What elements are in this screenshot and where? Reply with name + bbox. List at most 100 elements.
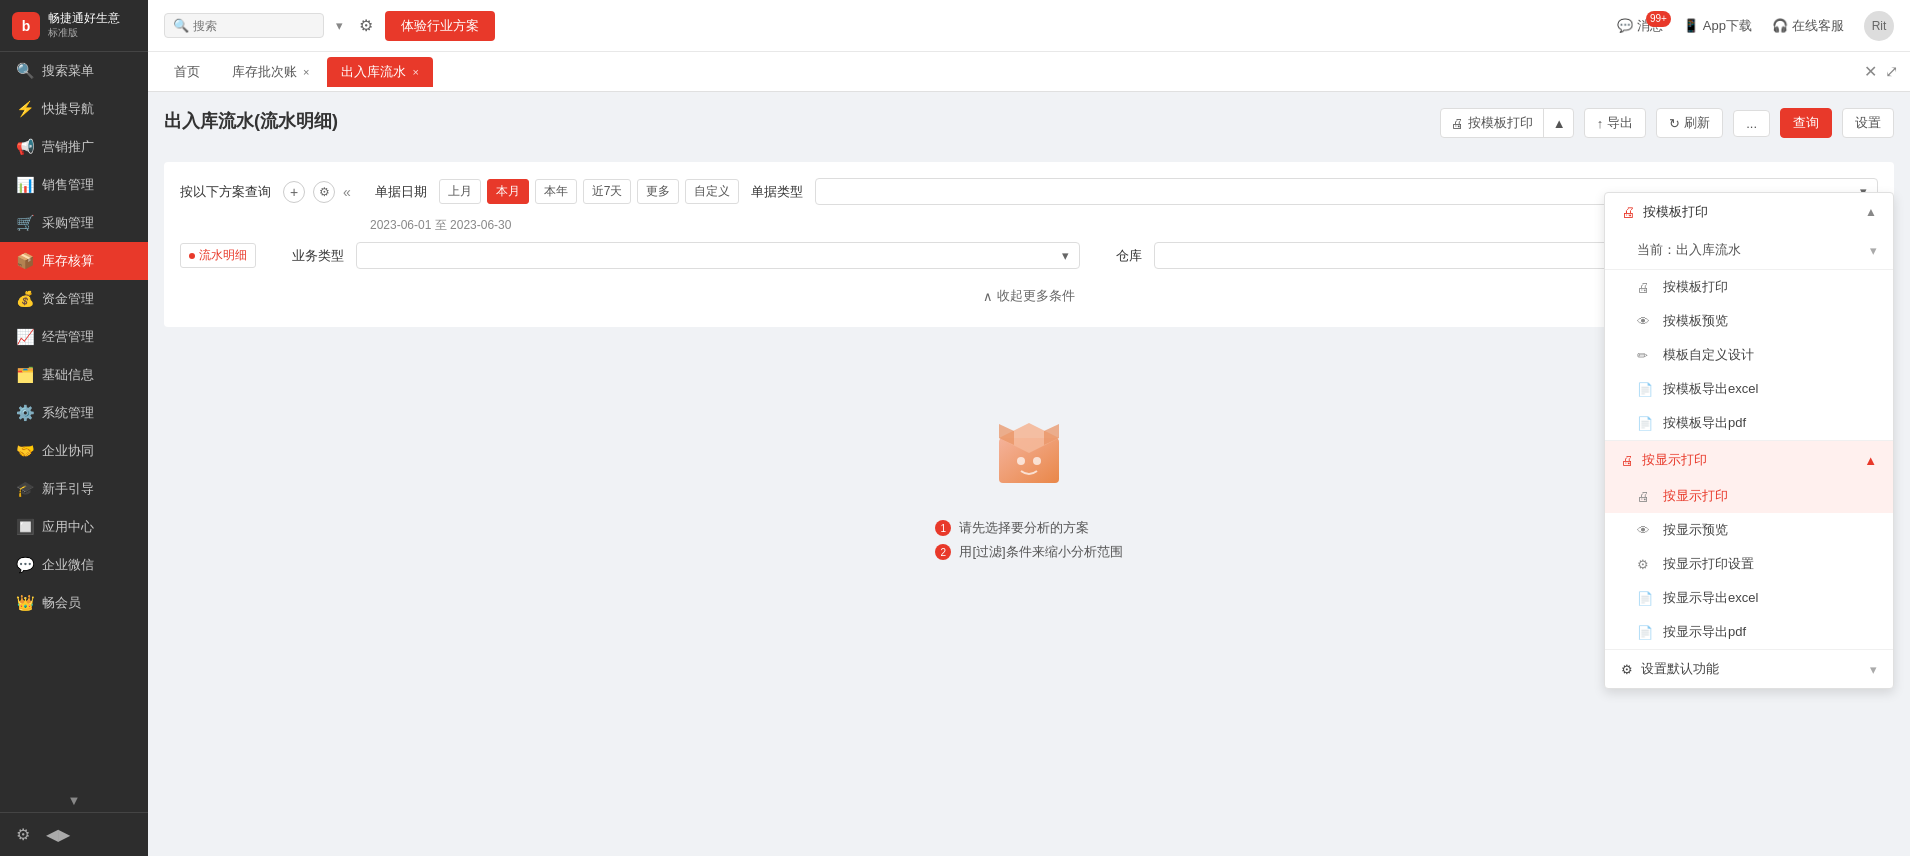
sidebar-item-inventory[interactable]: 📦 库存核算 [0, 242, 148, 280]
user-avatar[interactable]: Rit [1864, 11, 1894, 41]
sidebar-item-system[interactable]: ⚙️ 系统管理 [0, 394, 148, 432]
trial-button[interactable]: 体验行业方案 [385, 11, 495, 41]
date-range-text: 2023-06-01 至 2023-06-30 [370, 218, 511, 232]
sidebar-item-label-system: 系统管理 [42, 404, 94, 422]
topbar-gear-icon[interactable]: ⚙ [359, 16, 373, 35]
search-dropdown-chevron[interactable]: ▾ [336, 18, 343, 33]
biz-type-label: 业务类型 [292, 247, 344, 265]
purchase-nav-icon: 🛒 [16, 214, 34, 232]
dropdown-item-template-pdf[interactable]: 📄 按模板导出pdf [1605, 406, 1893, 440]
dropdown-item-template-print[interactable]: 🖨 按模板打印 [1605, 270, 1893, 304]
sidebar-item-wechat[interactable]: 💬 企业微信 [0, 546, 148, 584]
date-btn-last-month[interactable]: 上月 [439, 179, 481, 204]
settings-button[interactable]: 设置 [1842, 108, 1894, 138]
sidebar-item-basic[interactable]: 🗂️ 基础信息 [0, 356, 148, 394]
sidebar-item-appstore[interactable]: 🔲 应用中心 [0, 508, 148, 546]
dropdown-template-header[interactable]: 🖨 按模板打印 ▲ [1605, 193, 1893, 231]
sidebar-item-marketing[interactable]: 📢 营销推广 [0, 128, 148, 166]
dropdown-item-template-excel[interactable]: 📄 按模板导出excel [1605, 372, 1893, 406]
template-print-icon: 🖨 [1637, 280, 1653, 295]
sidebar-item-label-wechat: 企业微信 [42, 556, 94, 574]
avatar: Rit [1864, 11, 1894, 41]
tab-home[interactable]: 首页 [160, 57, 214, 87]
print-template-arrow[interactable]: ▲ [1546, 111, 1573, 136]
display-preview-icon: 👁 [1637, 523, 1653, 538]
sidebar: b 畅捷通好生意 标准版 🔍 搜索菜单 ⚡ 快捷导航 📢 营销推广 📊 销售管理… [0, 0, 148, 856]
tab-batch-close[interactable]: × [303, 66, 309, 78]
online-service-button[interactable]: 🎧 在线客服 [1772, 17, 1844, 35]
dropdown-item-display-excel[interactable]: 📄 按显示导出excel [1605, 581, 1893, 615]
sidebar-item-label-operations: 经营管理 [42, 328, 94, 346]
export-icon: ↑ [1597, 116, 1604, 131]
app-download-icon: 📱 [1683, 18, 1699, 33]
marketing-nav-icon: 📢 [16, 138, 34, 156]
sidebar-item-label-member: 畅会员 [42, 594, 81, 612]
sidebar-item-member[interactable]: 👑 畅会员 [0, 584, 148, 622]
search-input[interactable] [193, 19, 303, 33]
system-nav-icon: ⚙️ [16, 404, 34, 422]
sidebar-item-label-finance: 资金管理 [42, 290, 94, 308]
tab-inout[interactable]: 出入库流水 × [327, 57, 432, 87]
dropdown-item-display-preview[interactable]: 👁 按显示预览 [1605, 513, 1893, 547]
more-button[interactable]: ... [1733, 110, 1770, 137]
collapse-up-icon: ∧ [983, 289, 993, 304]
filter-collapse-button[interactable]: « [343, 184, 351, 200]
date-filter-group: 上月 本月 本年 近7天 更多 自定义 [439, 179, 740, 204]
sidebar-scroll-down[interactable]: ▼ [0, 789, 148, 812]
print-template-main-button[interactable]: 🖨 按模板打印 [1441, 109, 1544, 137]
export-button[interactable]: ↑ 导出 [1584, 108, 1647, 138]
footer-collapse-icon[interactable]: ◀▶ [46, 825, 70, 844]
biz-type-select[interactable]: ▾ [356, 242, 1080, 269]
dropdown-default-section[interactable]: ⚙ 设置默认功能 ▾ [1605, 650, 1893, 688]
date-btn-7days[interactable]: 近7天 [583, 179, 632, 204]
query-button[interactable]: 查询 [1780, 108, 1832, 138]
filter-tag-dot [189, 253, 195, 259]
tab-expand-icon[interactable]: ⤢ [1885, 62, 1898, 81]
filter-section-label: 按以下方案查询 [180, 183, 271, 201]
current-label-arrow: ▾ [1870, 243, 1877, 258]
dropdown-item-template-preview[interactable]: 👁 按模板预览 [1605, 304, 1893, 338]
sidebar-item-finance[interactable]: 💰 资金管理 [0, 280, 148, 318]
template-pdf-label: 按模板导出pdf [1663, 414, 1746, 432]
printer-icon: 🖨 [1451, 116, 1464, 131]
user-name: Rit [1872, 19, 1887, 33]
template-customize-icon: ✏ [1637, 348, 1653, 363]
dropdown-item-template-customize[interactable]: ✏ 模板自定义设计 [1605, 338, 1893, 372]
dropdown-item-display-settings[interactable]: ⚙ 按显示打印设置 [1605, 547, 1893, 581]
date-btn-this-year[interactable]: 本年 [535, 179, 577, 204]
appstore-nav-icon: 🔲 [16, 518, 34, 536]
default-label-text: 设置默认功能 [1641, 660, 1719, 678]
filter-settings-button[interactable]: ⚙ [313, 181, 335, 203]
date-btn-this-month[interactable]: 本月 [487, 179, 529, 204]
sidebar-item-operations[interactable]: 📈 经营管理 [0, 318, 148, 356]
filter-add-button[interactable]: + [283, 181, 305, 203]
date-btn-custom[interactable]: 自定义 [685, 179, 739, 204]
filter-tag[interactable]: 流水明细 [180, 243, 256, 268]
tab-inout-close[interactable]: × [412, 66, 418, 78]
sidebar-item-shortcut[interactable]: ⚡ 快捷导航 [0, 90, 148, 128]
tab-batch[interactable]: 库存批次账 × [218, 57, 323, 87]
display-settings-label: 按显示打印设置 [1663, 555, 1754, 573]
tab-close-window-icon[interactable]: ✕ [1864, 62, 1877, 81]
dropdown-display-header[interactable]: 🖨 按显示打印 ▲ [1605, 441, 1893, 479]
dropdown-item-display-print[interactable]: 🖨 按显示打印 [1605, 479, 1893, 513]
current-label-row: 当前：出入库流水 ▾ [1605, 231, 1893, 270]
logo-icon: b [12, 12, 40, 40]
refresh-button[interactable]: ↻ 刷新 [1656, 108, 1723, 138]
display-excel-label: 按显示导出excel [1663, 589, 1758, 607]
sidebar-item-collab[interactable]: 🤝 企业协同 [0, 432, 148, 470]
topbar-search-box[interactable]: 🔍 [164, 13, 324, 38]
sidebar-item-purchase[interactable]: 🛒 采购管理 [0, 204, 148, 242]
app-download-button[interactable]: 📱 App下载 [1683, 17, 1752, 35]
date-btn-more[interactable]: 更多 [637, 179, 679, 204]
search-nav-icon: 🔍 [16, 62, 34, 80]
message-button[interactable]: 💬 消息 99+ [1617, 17, 1663, 35]
sidebar-item-guide[interactable]: 🎓 新手引导 [0, 470, 148, 508]
dropdown-item-display-pdf[interactable]: 📄 按显示导出pdf [1605, 615, 1893, 649]
refresh-icon: ↻ [1669, 116, 1680, 131]
sidebar-item-search[interactable]: 🔍 搜索菜单 [0, 52, 148, 90]
sidebar-item-label-shortcut: 快捷导航 [42, 100, 94, 118]
dropdown-template-arrow: ▲ [1865, 205, 1877, 219]
sidebar-item-sales[interactable]: 📊 销售管理 [0, 166, 148, 204]
footer-settings-icon[interactable]: ⚙ [16, 825, 30, 844]
